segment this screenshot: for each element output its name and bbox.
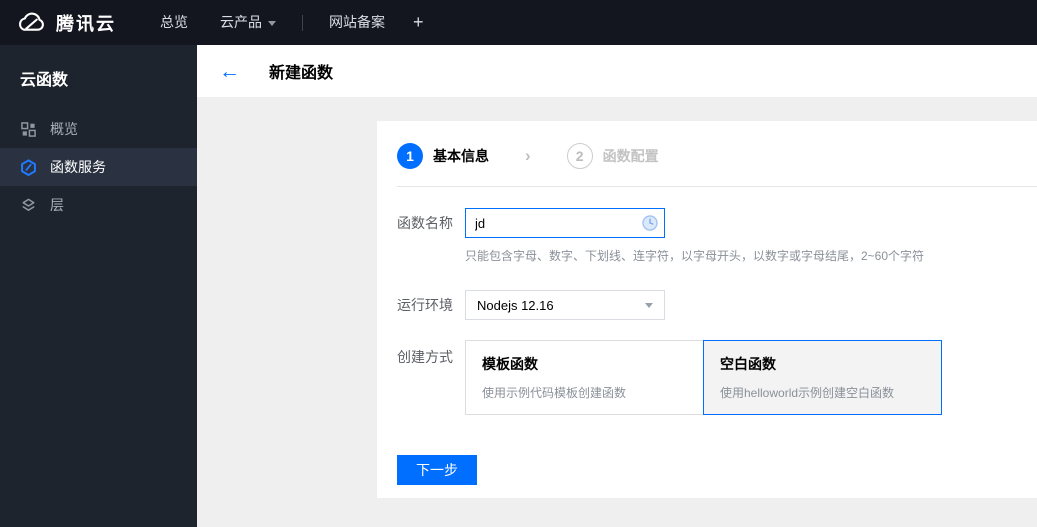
app-body: 云函数 概览 函数服务 层 ← 新建函数 1 基本信息 › 2 函数配置 函数名… xyxy=(0,45,1037,527)
method-card-desc: 使用helloworld示例创建空白函数 xyxy=(720,386,895,400)
nav-cloud-products[interactable]: 云产品 xyxy=(204,0,292,45)
step-basic-info: 1 基本信息 xyxy=(397,143,489,169)
chevron-down-icon xyxy=(268,20,276,26)
grid-icon xyxy=(20,121,37,138)
next-step-button[interactable]: 下一步 xyxy=(397,455,477,485)
sidebar: 云函数 概览 函数服务 层 xyxy=(0,45,197,527)
step-number-badge: 2 xyxy=(566,143,593,169)
tencent-cloud-logo[interactable]: 腾讯云 xyxy=(14,10,116,36)
step-function-config: 2 函数配置 xyxy=(566,143,659,169)
back-arrow-icon[interactable]: ← xyxy=(219,61,240,82)
content-background: 1 基本信息 › 2 函数配置 函数名称 jd 只能包含字母、数字、下划线、连字… xyxy=(197,97,1037,527)
function-name-row: 函数名称 只能包含字母、 xyxy=(397,208,1037,264)
method-card-title: 模板函数 xyxy=(482,356,538,372)
function-name-input[interactable] xyxy=(465,208,665,238)
sidebar-title: 云函数 xyxy=(20,72,69,89)
nav-divider xyxy=(302,14,303,31)
runtime-select[interactable]: Nodejs 12.16 xyxy=(465,290,665,320)
function-name-helper-text: 只能包含字母、数字、下划线、连字符，以字母开头，以数字或字母结尾，2~60个字符 xyxy=(465,249,925,263)
nav-overview[interactable]: 总览 xyxy=(144,0,204,45)
nav-icp-filing[interactable]: 网站备案 xyxy=(313,0,401,45)
runtime-selected-value: Nodejs 12.16 xyxy=(477,297,554,313)
method-card-desc: 使用示例代码模板创建函数 xyxy=(482,386,627,400)
template-function-card[interactable]: 模板函数 使用示例代码模板创建函数 xyxy=(465,340,704,415)
select-caret-icon xyxy=(645,302,653,308)
function-hexagon-icon xyxy=(20,158,37,176)
step-wizard: 1 基本信息 › 2 函数配置 xyxy=(397,143,1037,169)
step-separator-chevron-icon: › xyxy=(525,146,531,165)
sidebar-item-overview[interactable]: 概览 xyxy=(0,110,197,148)
sidebar-item-function-service[interactable]: 函数服务 xyxy=(0,148,197,186)
runtime-row: 运行环境 Nodejs 12.16 xyxy=(397,290,1037,320)
sidebar-item-label: 函数服务 xyxy=(50,159,106,175)
sidebar-item-label: 概览 xyxy=(50,121,78,137)
sidebar-item-layers[interactable]: 层 xyxy=(0,186,197,224)
creation-method-label: 创建方式 xyxy=(397,349,453,365)
function-name-label: 函数名称 xyxy=(397,215,453,231)
brand-name: 腾讯云 xyxy=(56,13,116,34)
function-name-input-wrap xyxy=(465,208,665,238)
page-header: ← 新建函数 xyxy=(197,45,1037,97)
new-function-card: 1 基本信息 › 2 函数配置 函数名称 jd 只能包含字母、数字、下划线、连字… xyxy=(377,121,1037,498)
basic-info-form: 函数名称 只能包含字母、 xyxy=(397,208,1037,485)
cloud-logo-icon xyxy=(14,11,47,34)
function-name-field-group: 只能包含字母、数字、下划线、连字符，以字母开头，以数字或字母结尾，2~60个字符 xyxy=(465,208,924,264)
main-area: ← 新建函数 1 基本信息 › 2 函数配置 函数名称 jd 只能包含字母、数字… xyxy=(197,45,1037,527)
nav-add-shortcut-button[interactable]: + xyxy=(401,0,436,45)
page-title: 新建函数 xyxy=(269,65,334,82)
creation-method-cards: 模板函数 使用示例代码模板创建函数 空白函数 使用helloworld示例创建空… xyxy=(465,340,942,415)
step-number-badge: 1 xyxy=(397,143,423,169)
top-nav: 总览 云产品 网站备案 + xyxy=(144,0,436,45)
wizard-divider xyxy=(397,186,1037,187)
creation-method-row: 创建方式 模板函数 使用示例代码模板创建函数 空白函数 使用helloworld… xyxy=(397,340,1037,415)
step-label: 基本信息 xyxy=(433,148,489,164)
layers-icon xyxy=(20,197,37,214)
step-label: 函数配置 xyxy=(602,148,659,164)
autofill-clock-icon[interactable] xyxy=(642,215,658,231)
topbar: 腾讯云 总览 云产品 网站备案 + xyxy=(0,0,1037,45)
method-card-title: 空白函数 xyxy=(720,356,776,372)
sidebar-item-label: 层 xyxy=(50,197,64,213)
runtime-label: 运行环境 xyxy=(397,297,453,313)
blank-function-card[interactable]: 空白函数 使用helloworld示例创建空白函数 xyxy=(703,340,942,415)
